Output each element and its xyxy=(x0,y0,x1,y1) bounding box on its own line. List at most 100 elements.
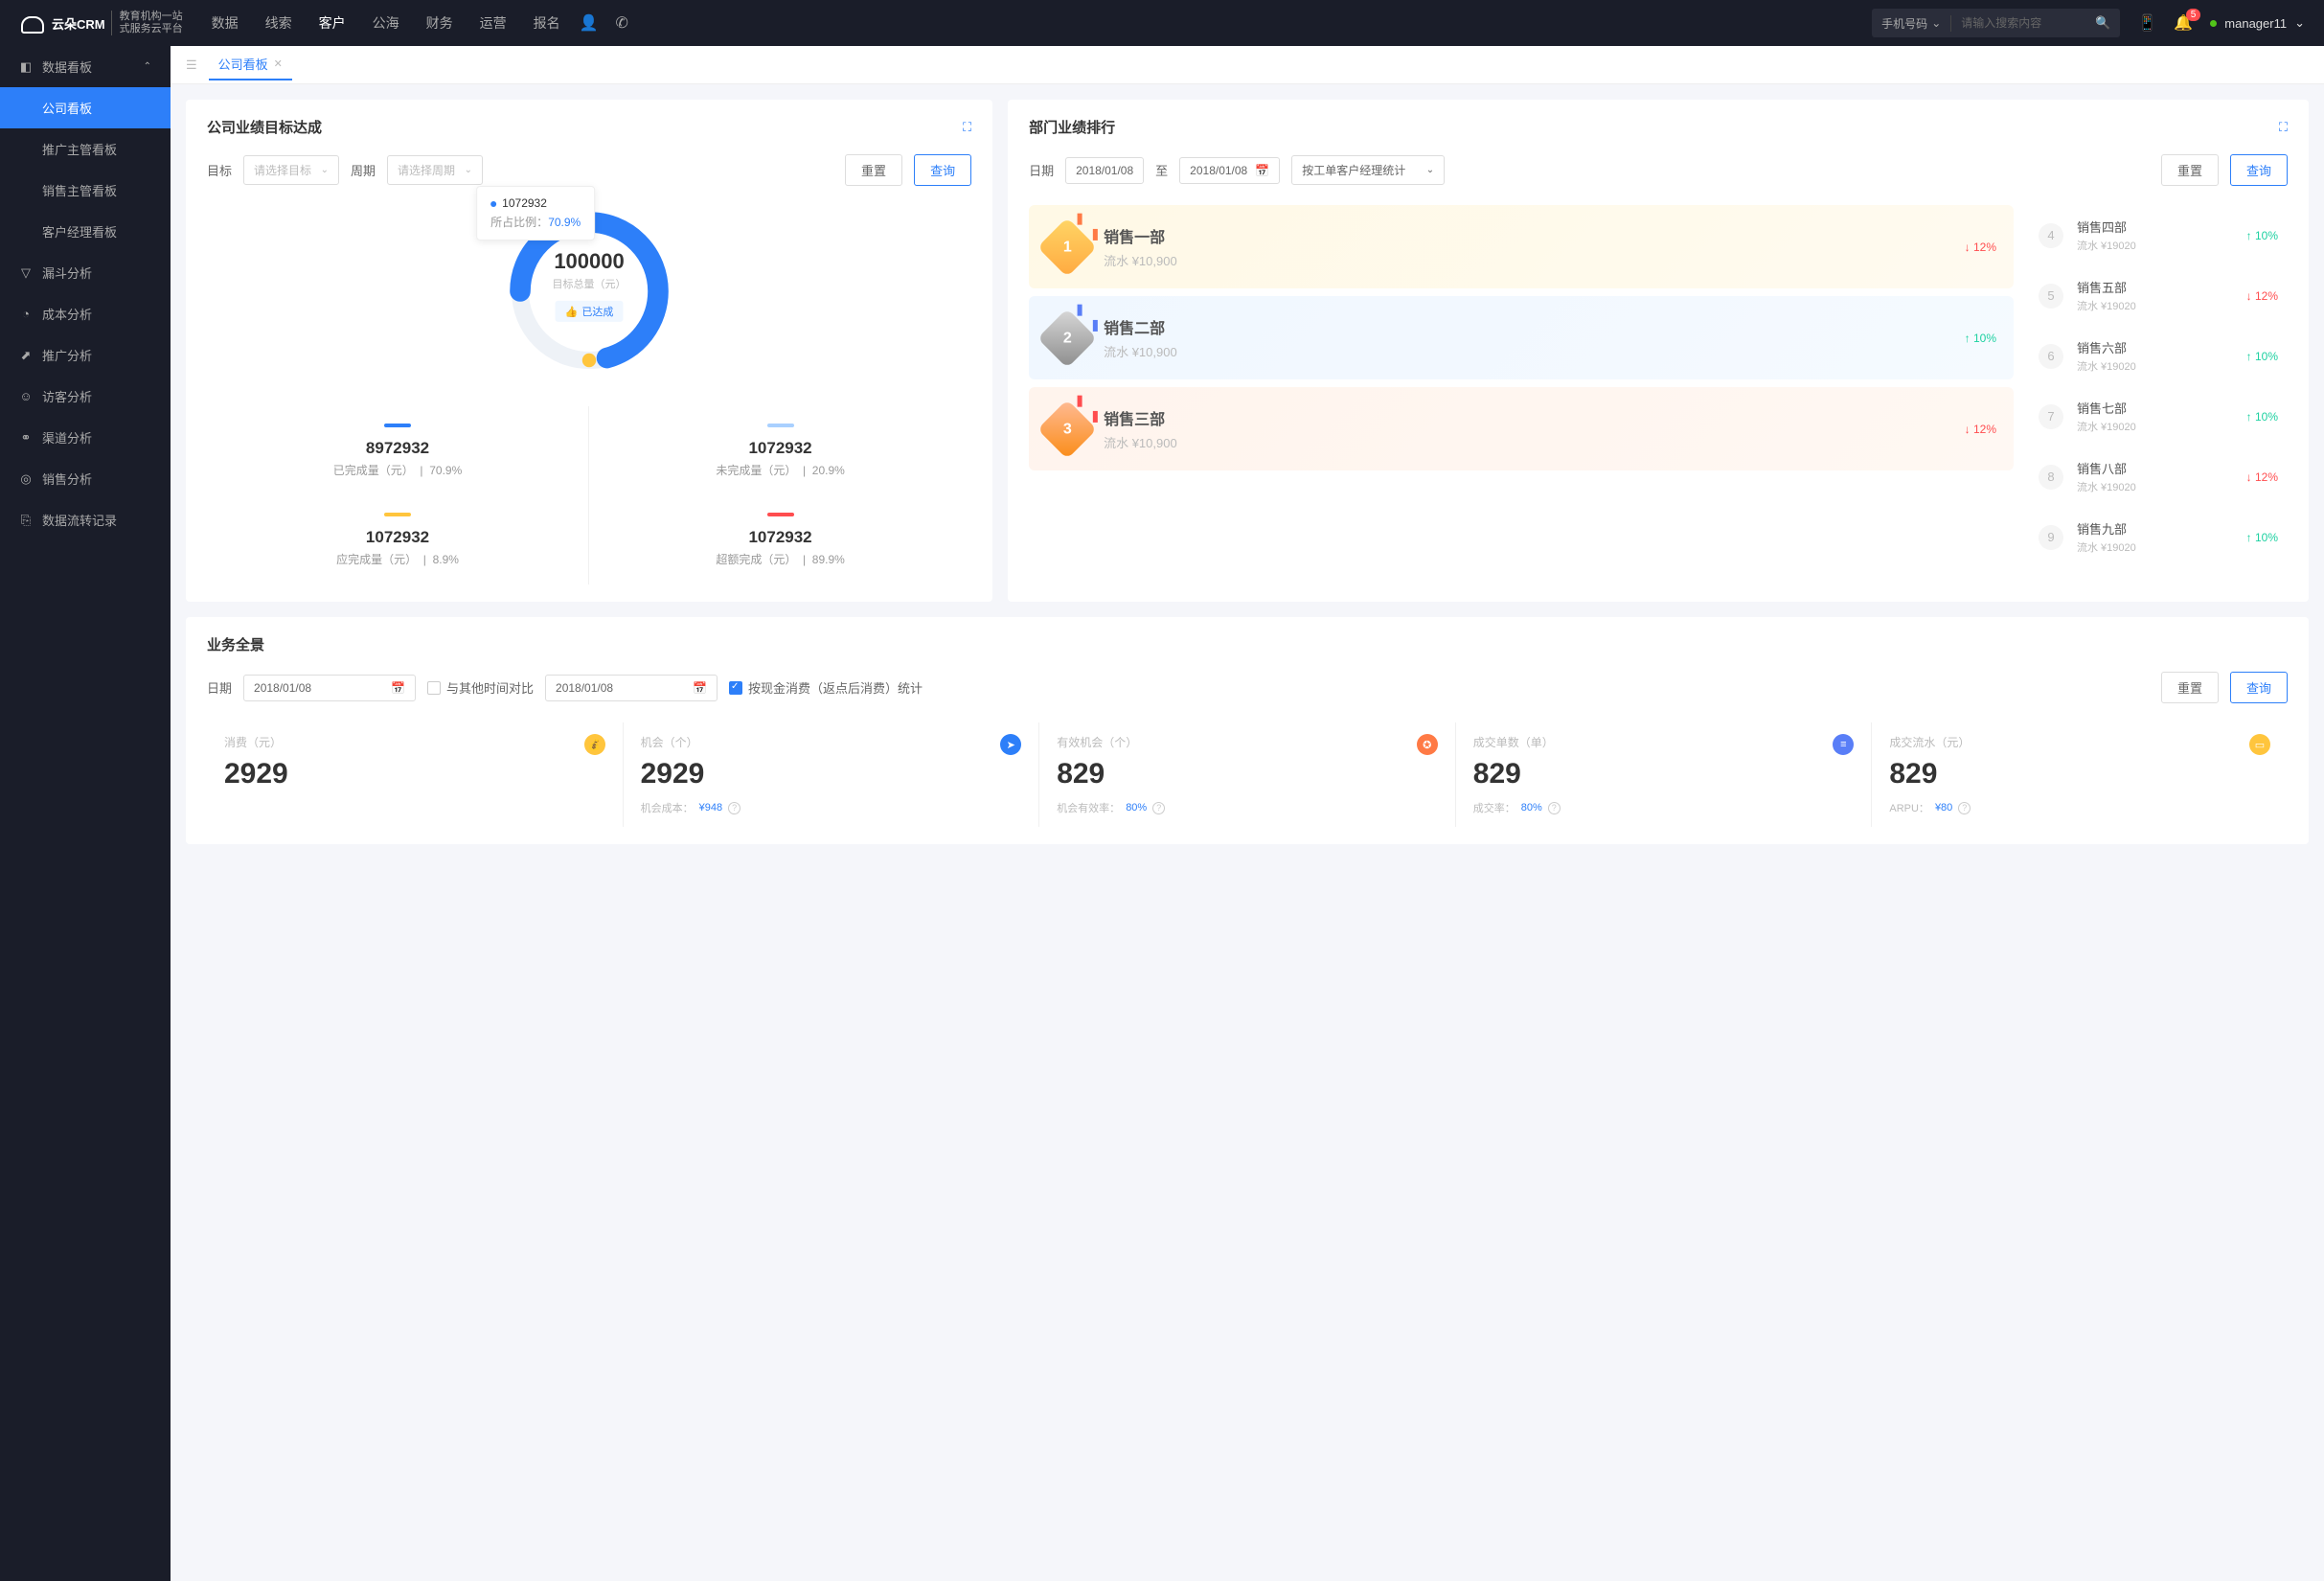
help-icon[interactable]: ? xyxy=(1152,802,1165,814)
card-title: 公司业绩目标达成 xyxy=(207,117,322,137)
sidebar-subitem[interactable]: 推广主管看板 xyxy=(0,128,171,170)
menu-toggle-icon[interactable]: ☰ xyxy=(182,54,201,77)
search-icon[interactable]: 🔍 xyxy=(2085,15,2120,31)
stat-cell: 1072932应完成量（元） | 8.9% xyxy=(207,495,589,584)
rank-card: 1销售一部流水 ¥10,900↓ 12% xyxy=(1029,205,2014,288)
nav-item[interactable]: 公海 xyxy=(373,13,399,33)
cash-checkbox[interactable]: 按现金消费（返点后消费）统计 xyxy=(729,678,923,697)
sidebar-subitem[interactable]: 销售主管看板 xyxy=(0,170,171,211)
mobile-icon[interactable]: 📱 xyxy=(2137,13,2156,33)
search-input[interactable] xyxy=(1951,16,2085,30)
stat-cell: 1072932未完成量（元） | 20.9% xyxy=(589,406,971,495)
trend-indicator: ↑ 10% xyxy=(2246,350,2278,363)
status-dot xyxy=(2210,20,2217,27)
target-select[interactable]: 请选择目标⌄ xyxy=(243,155,339,185)
date-input[interactable]: 2018/01/08📅 xyxy=(243,675,416,701)
help-icon[interactable]: ? xyxy=(1958,802,1971,814)
sidebar-item[interactable]: ⎘数据流转记录 xyxy=(0,499,171,540)
period-select[interactable]: 请选择周期⌄ xyxy=(387,155,483,185)
reset-button[interactable]: 重置 xyxy=(845,154,902,186)
metric-icon: 💰 xyxy=(584,734,605,755)
sidebar-item[interactable]: ◎销售分析 xyxy=(0,458,171,499)
sidebar-item[interactable]: ◔成本分析 xyxy=(0,293,171,334)
date-to[interactable]: 2018/01/08📅 xyxy=(1179,157,1280,184)
logo-icon xyxy=(19,13,46,33)
date-from[interactable]: 2018/01/08 xyxy=(1065,157,1144,184)
compare-checkbox[interactable]: 与其他时间对比 xyxy=(427,678,534,697)
menu-icon: ⚭ xyxy=(19,430,33,446)
bell-icon[interactable]: 🔔5 xyxy=(2174,13,2193,33)
nav-item[interactable]: 报名 xyxy=(534,13,560,33)
status-badge: 👍已达成 xyxy=(556,301,624,322)
trend-indicator: ↑ 10% xyxy=(1965,332,1996,345)
rank-row: 6销售六部流水 ¥19020↑ 10% xyxy=(2029,326,2288,386)
rank-card: 3销售三部流水 ¥10,900↓ 12% xyxy=(1029,387,2014,470)
nav-item[interactable]: 财务 xyxy=(426,13,453,33)
sidebar-item[interactable]: ☺访客分析 xyxy=(0,376,171,417)
logo: 云朵CRM 教育机构一站 式服务云平台 xyxy=(19,11,183,35)
help-icon[interactable]: ? xyxy=(1548,802,1561,814)
trend-indicator: ↑ 10% xyxy=(2246,410,2278,424)
sidebar-subitem[interactable]: 公司看板 xyxy=(0,87,171,128)
nav-item[interactable]: 客户 xyxy=(319,13,346,33)
compare-date-input[interactable]: 2018/01/08📅 xyxy=(545,675,718,701)
nav-item[interactable]: 数据 xyxy=(212,13,239,33)
chevron-down-icon: ⌄ xyxy=(2294,15,2305,31)
thumbs-up-icon: 👍 xyxy=(565,305,579,317)
card-title: 部门业绩排行 xyxy=(1029,117,1115,137)
menu-icon: ◧ xyxy=(19,59,33,75)
query-button[interactable]: 查询 xyxy=(2230,672,2288,703)
metric-icon: ≡ xyxy=(1833,734,1854,755)
nav-item[interactable]: 运营 xyxy=(480,13,507,33)
close-icon[interactable]: ✕ xyxy=(274,57,283,70)
overview-cell: 成交单数（单）≡829成交率：80%? xyxy=(1456,722,1873,827)
trend-indicator: ↑ 10% xyxy=(2246,229,2278,242)
menu-icon: ☺ xyxy=(19,389,33,403)
tab-company-dashboard[interactable]: 公司看板 ✕ xyxy=(209,49,292,80)
app-header: 云朵CRM 教育机构一站 式服务云平台 数据 线索 客户 公海 财务 运营 报名 👤 ✆ 手… xyxy=(0,0,2324,46)
user-menu[interactable]: manager11 ⌄ xyxy=(2210,15,2305,31)
main-content: ☰ 公司看板 ✕ 公司业绩目标达成 ⛶ 目标 请选择目标⌄ 周期 请选择周期⌄ … xyxy=(171,46,2324,859)
medal-icon: 2 xyxy=(1037,308,1097,367)
brand-tagline: 教育机构一站 式服务云平台 xyxy=(111,11,183,35)
medal-icon: 1 xyxy=(1037,217,1097,276)
nav-item[interactable]: 线索 xyxy=(265,13,292,33)
expand-icon[interactable]: ⛶ xyxy=(963,120,971,135)
search-type-select[interactable]: 手机号码⌄ xyxy=(1872,15,1951,32)
card-title: 业务全景 xyxy=(207,634,264,654)
sidebar-subitem[interactable]: 客户经理看板 xyxy=(0,211,171,252)
sidebar-item[interactable]: ⚭渠道分析 xyxy=(0,417,171,458)
trend-indicator: ↓ 12% xyxy=(1965,241,1996,254)
stat-cell: 8972932已完成量（元） | 70.9% xyxy=(207,406,589,495)
chevron-down-icon: ⌄ xyxy=(321,165,329,175)
chart-tooltip: 1072932 所占比例：70.9% xyxy=(476,186,595,241)
stat-type-select[interactable]: 按工单客户经理统计⌄ xyxy=(1291,155,1445,185)
phone-icon[interactable]: ✆ xyxy=(616,13,628,33)
help-icon[interactable]: ? xyxy=(728,802,740,814)
metric-icon: ▭ xyxy=(2249,734,2270,755)
query-button[interactable]: 查询 xyxy=(2230,154,2288,186)
menu-icon: ⬈ xyxy=(19,348,33,363)
notification-badge: 5 xyxy=(2186,9,2201,21)
progress-ring: 1072932 所占比例：70.9% 100000 目标总量（元） 👍已达成 xyxy=(207,205,971,378)
overview-cell: 消费（元）💰2929 xyxy=(207,722,624,827)
person-icon[interactable]: 👤 xyxy=(580,13,599,33)
stat-cell: 1072932超额完成（元） | 89.9% xyxy=(589,495,971,584)
rank-row: 7销售七部流水 ¥19020↑ 10% xyxy=(2029,386,2288,447)
rank-row: 8销售八部流水 ¥19020↓ 12% xyxy=(2029,447,2288,507)
overview-cell: 成交流水（元）▭829ARPU：¥80? xyxy=(1872,722,2288,827)
overview-cell: 有效机会（个）✪829机会有效率：80%? xyxy=(1039,722,1456,827)
card-dept-ranking: 部门业绩排行 ⛶ 日期 2018/01/08 至 2018/01/08📅 按工单… xyxy=(1008,100,2309,602)
sidebar-item[interactable]: ⬈推广分析 xyxy=(0,334,171,376)
search-bar: 手机号码⌄ 🔍 xyxy=(1872,9,2120,37)
reset-button[interactable]: 重置 xyxy=(2161,672,2219,703)
overview-cell: 机会（个）➤2929机会成本：¥948? xyxy=(624,722,1040,827)
reset-button[interactable]: 重置 xyxy=(2161,154,2219,186)
sidebar-item[interactable]: ◧数据看板⌃ xyxy=(0,46,171,87)
sidebar-item[interactable]: ▽漏斗分析 xyxy=(0,252,171,293)
expand-icon[interactable]: ⛶ xyxy=(2279,120,2288,135)
rank-row: 4销售四部流水 ¥19020↑ 10% xyxy=(2029,205,2288,265)
chevron-down-icon: ⌄ xyxy=(1426,165,1434,175)
query-button[interactable]: 查询 xyxy=(914,154,971,186)
rank-row: 5销售五部流水 ¥19020↓ 12% xyxy=(2029,265,2288,326)
